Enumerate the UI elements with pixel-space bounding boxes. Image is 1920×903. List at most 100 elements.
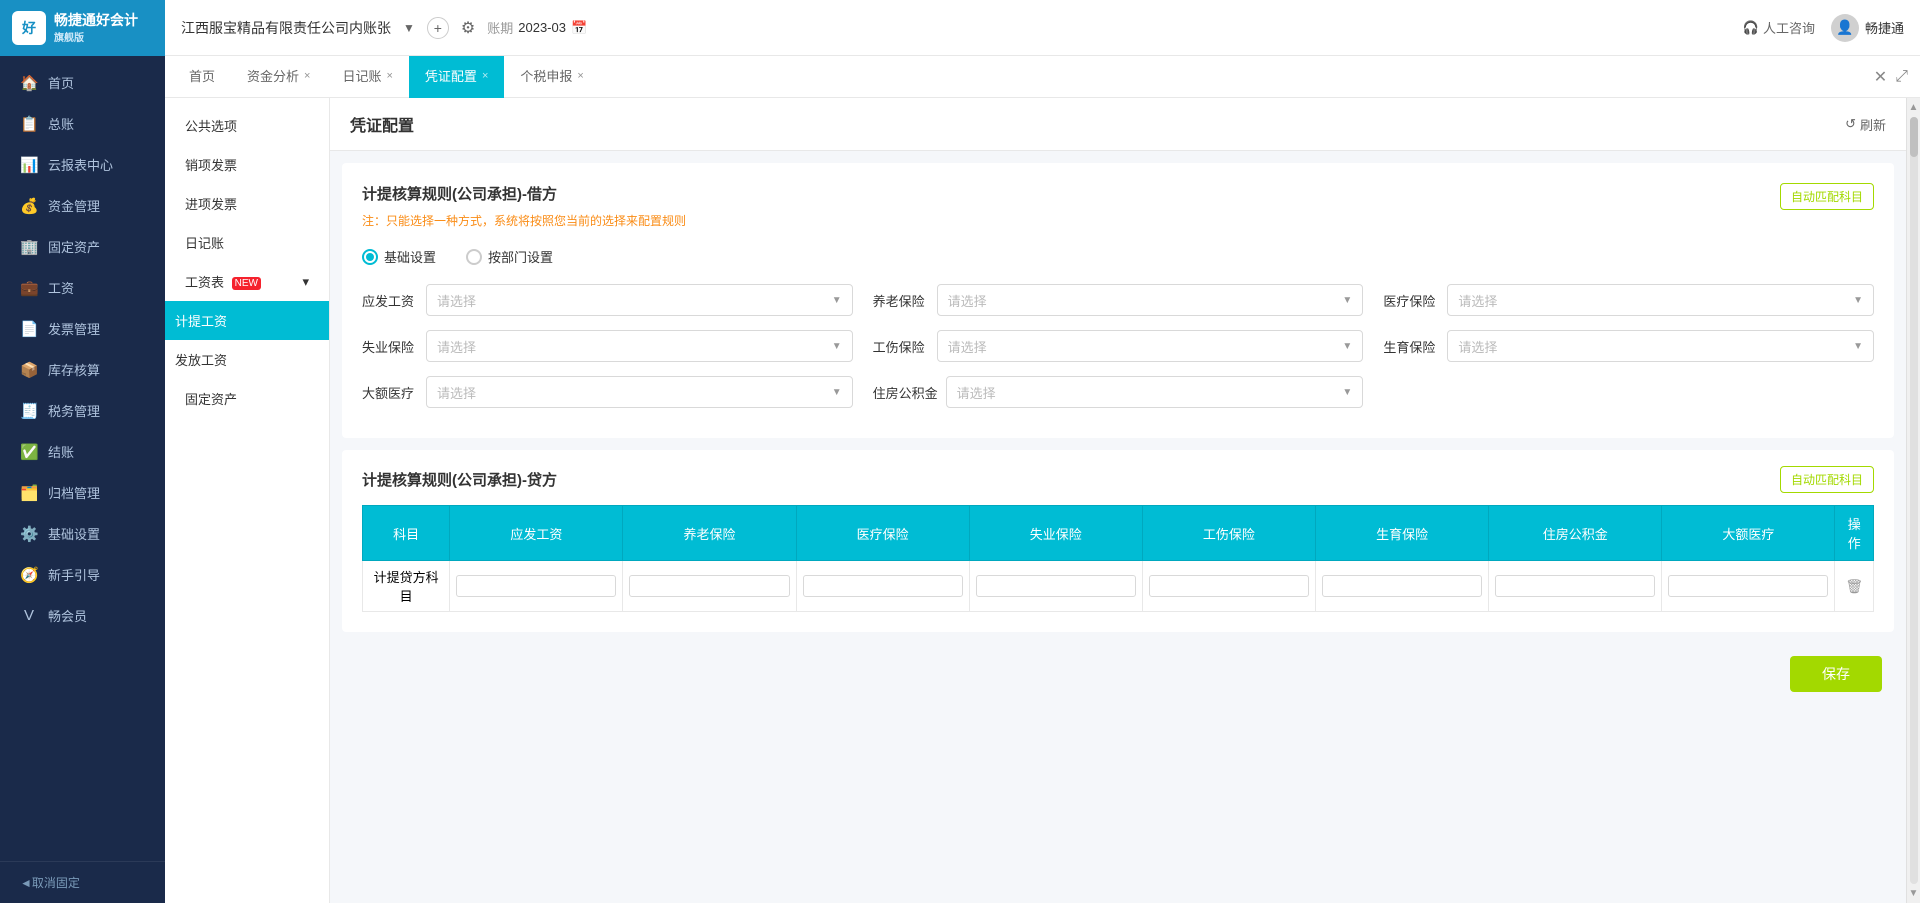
radio-basic[interactable]: 基础设置 — [362, 247, 436, 266]
scroll-up-arrow[interactable]: ▲ — [1907, 100, 1920, 115]
left-nav-fixed-assets[interactable]: 固定资产 — [165, 379, 329, 418]
new-badge: NEW — [232, 277, 261, 290]
scroll-track[interactable] — [1910, 117, 1918, 884]
period-info: 账期 2023-03 📅 — [487, 18, 587, 37]
sidebar-item-salary[interactable]: 💼 工资 — [0, 267, 165, 308]
sidebar-item-cloud-report[interactable]: 📊 云报表中心 — [0, 144, 165, 185]
field-dale: 大额医疗 请选择 ▼ — [362, 376, 853, 408]
td-yfgz[interactable] — [450, 561, 623, 612]
input-dale[interactable] — [1668, 575, 1828, 597]
select-ylbx-arrow: ▼ — [1342, 295, 1352, 306]
calendar-icon[interactable]: 📅 — [571, 20, 587, 36]
radio-department[interactable]: 按部门设置 — [466, 247, 553, 266]
sidebar-item-settings[interactable]: ⚙️ 基础设置 — [0, 513, 165, 554]
label-yfgz: 应发工资 — [362, 291, 418, 310]
left-nav-payroll-table[interactable]: 工资表 NEW ▾ — [165, 262, 329, 301]
unpin-button[interactable]: ◄取消固定 — [0, 861, 165, 903]
input-ylbx2[interactable] — [803, 575, 963, 597]
debit-auto-match-button[interactable]: 自动匹配科目 — [1780, 183, 1874, 210]
input-yfgz[interactable] — [456, 575, 616, 597]
td-gsbx[interactable] — [1142, 561, 1315, 612]
left-nav-journal[interactable]: 日记账 — [165, 223, 329, 262]
select-zfgjj[interactable]: 请选择 ▼ — [946, 376, 1364, 408]
sidebar-item-home[interactable]: 🏠 首页 — [0, 62, 165, 103]
input-sybx2[interactable] — [1322, 575, 1482, 597]
expand-icon[interactable]: ⤢ — [1895, 68, 1908, 86]
credit-auto-match-button[interactable]: 自动匹配科目 — [1780, 466, 1874, 493]
input-ylbx[interactable] — [629, 575, 789, 597]
select-ylbx[interactable]: 请选择 ▼ — [937, 284, 1364, 316]
td-ylbx2[interactable] — [796, 561, 969, 612]
tab-tax-return[interactable]: 个税申报 × — [504, 56, 599, 98]
period-value: 2023-03 — [518, 20, 566, 35]
input-sybx[interactable] — [976, 575, 1136, 597]
select-ylbx-placeholder: 请选择 — [948, 291, 987, 310]
field-sybx2: 生育保险 请选择 ▼ — [1383, 330, 1874, 362]
td-sybx2[interactable] — [1316, 561, 1489, 612]
left-nav-sales-invoice[interactable]: 销项发票 — [165, 145, 329, 184]
tab-tax-close[interactable]: × — [577, 70, 583, 82]
tab-voucher-config[interactable]: 凭证配置 × — [409, 56, 504, 98]
company-name: 江西服宝精品有限责任公司内账张 — [181, 18, 391, 38]
sidebar-item-inventory[interactable]: 📦 库存核算 — [0, 349, 165, 390]
scroll-down-arrow[interactable]: ▼ — [1907, 886, 1920, 901]
select-gsbx-arrow: ▼ — [1342, 341, 1352, 352]
row-label: 计提贷方科目 — [374, 570, 439, 604]
sidebar-item-invoice[interactable]: 📄 发票管理 — [0, 308, 165, 349]
sidebar-item-archive[interactable]: 🗂️ 归档管理 — [0, 472, 165, 513]
tab-fund-analysis[interactable]: 资金分析 × — [231, 56, 326, 98]
chevron-down-icon: ▾ — [302, 274, 309, 290]
select-zfgjj-arrow: ▼ — [1342, 387, 1352, 398]
save-button[interactable]: 保存 — [1790, 656, 1882, 692]
sidebar-item-vip[interactable]: V 畅会员 — [0, 595, 165, 636]
select-yfgz-arrow: ▼ — [832, 295, 842, 306]
tab-home[interactable]: 首页 — [173, 56, 231, 98]
left-nav-public[interactable]: 公共选项 — [165, 106, 329, 145]
select-dale[interactable]: 请选择 ▼ — [426, 376, 853, 408]
left-nav-accrual-salary[interactable]: 计提工资 — [165, 301, 329, 340]
vip-icon: V — [20, 607, 38, 624]
select-sybx2[interactable]: 请选择 ▼ — [1447, 330, 1874, 362]
input-gsbx[interactable] — [1149, 575, 1309, 597]
input-zfgjj[interactable] — [1495, 575, 1655, 597]
tab-voucher-close[interactable]: × — [482, 70, 488, 82]
sidebar-item-fixed-assets[interactable]: 🏢 固定资产 — [0, 226, 165, 267]
td-action[interactable]: 🗑 — [1835, 561, 1874, 612]
add-company-button[interactable]: + — [427, 17, 449, 39]
service-button[interactable]: 🎧 人工咨询 — [1743, 18, 1815, 37]
sidebar-item-ledger[interactable]: 📋 总账 — [0, 103, 165, 144]
left-nav-pay-salary[interactable]: 发放工资 — [165, 340, 329, 379]
sidebar-item-tax[interactable]: 🧾 税务管理 — [0, 390, 165, 431]
logo-text-group: 畅捷通好会计 旗舰版 — [54, 12, 138, 44]
tab-fund-close[interactable]: × — [304, 70, 310, 82]
user-menu[interactable]: 👤 畅捷通 — [1831, 14, 1904, 42]
close-tab-icon[interactable]: ✕ — [1874, 67, 1887, 87]
gear-icon[interactable]: ⚙ — [461, 18, 475, 38]
sidebar-item-close-account[interactable]: ✅ 结账 — [0, 431, 165, 472]
td-sybx[interactable] — [969, 561, 1142, 612]
label-sybx: 失业保险 — [362, 337, 418, 356]
radio-group: 基础设置 按部门设置 — [362, 247, 1874, 266]
sidebar-item-fund[interactable]: 💰 资金管理 — [0, 185, 165, 226]
tab-home-label: 首页 — [189, 66, 215, 85]
sidebar-item-guide[interactable]: 🧭 新手引导 — [0, 554, 165, 595]
select-ylbx2[interactable]: 请选择 ▼ — [1447, 284, 1874, 316]
select-sybx[interactable]: 请选择 ▼ — [426, 330, 853, 362]
tab-journal-close[interactable]: × — [386, 70, 392, 82]
app-logo: 好 畅捷通好会计 旗舰版 — [0, 0, 165, 56]
select-gsbx-placeholder: 请选择 — [948, 337, 987, 356]
refresh-button[interactable]: ↺ 刷新 — [1845, 115, 1886, 134]
app-name: 畅捷通好会计 — [54, 12, 138, 29]
td-dale[interactable] — [1662, 561, 1835, 612]
company-dropdown[interactable]: ▼ — [403, 21, 415, 35]
select-yfgz[interactable]: 请选择 ▼ — [426, 284, 853, 316]
td-zfgjj[interactable] — [1489, 561, 1662, 612]
scroll-thumb — [1910, 117, 1918, 157]
avatar-icon: 👤 — [1836, 19, 1853, 36]
select-gsbx[interactable]: 请选择 ▼ — [937, 330, 1364, 362]
td-ylbx[interactable] — [623, 561, 796, 612]
left-nav-purchase-invoice[interactable]: 进项发票 — [165, 184, 329, 223]
tab-journal[interactable]: 日记账 × — [326, 56, 408, 98]
th-ylbx: 养老保险 — [623, 506, 796, 561]
main-area: 江西服宝精品有限责任公司内账张 ▼ + ⚙ 账期 2023-03 📅 🎧 人工咨… — [165, 0, 1920, 903]
